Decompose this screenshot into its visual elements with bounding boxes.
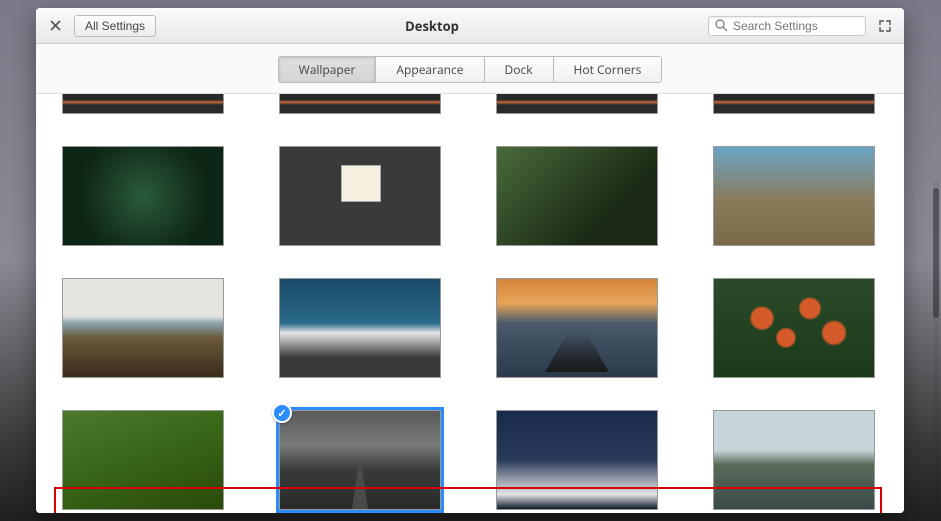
wallpaper-strip-4[interactable] bbox=[713, 94, 875, 114]
wallpaper-tulips[interactable] bbox=[713, 278, 875, 378]
wallpaper-pier-sunset[interactable] bbox=[496, 278, 658, 378]
wallpaper-strip-3[interactable] bbox=[496, 94, 658, 114]
wallpaper-fern[interactable] bbox=[62, 146, 224, 246]
wallpaper-night-snow[interactable] bbox=[496, 410, 658, 510]
wallpaper-beach[interactable] bbox=[62, 278, 224, 378]
tab-toolbar: Wallpaper Appearance Dock Hot Corners bbox=[36, 44, 904, 94]
all-settings-button[interactable]: All Settings bbox=[74, 15, 156, 37]
wallpaper-strip-2[interactable] bbox=[279, 94, 441, 114]
wallpaper-pine[interactable] bbox=[496, 146, 658, 246]
tab-group: Wallpaper Appearance Dock Hot Corners bbox=[278, 56, 663, 83]
search-icon bbox=[715, 19, 728, 32]
wallpaper-lamp[interactable] bbox=[279, 146, 441, 246]
close-button[interactable] bbox=[44, 15, 66, 37]
close-icon bbox=[50, 20, 61, 31]
scrollbar-thumb[interactable] bbox=[933, 188, 939, 318]
tab-wallpaper[interactable]: Wallpaper bbox=[279, 57, 377, 82]
search-input[interactable] bbox=[733, 19, 859, 33]
search-settings-field[interactable] bbox=[708, 16, 866, 36]
header-bar: All Settings Desktop bbox=[36, 8, 904, 44]
wallpaper-snow-mountain[interactable] bbox=[279, 278, 441, 378]
wallpaper-green-hills[interactable] bbox=[62, 410, 224, 510]
wallpaper-strip-1[interactable] bbox=[62, 94, 224, 114]
maximize-button[interactable] bbox=[874, 15, 896, 37]
wallpaper-grid: ✓ bbox=[36, 94, 904, 513]
wallpaper-grid-pane: ✓ bbox=[36, 94, 904, 513]
wallpaper-coastal-falls[interactable] bbox=[713, 410, 875, 510]
tab-dock[interactable]: Dock bbox=[485, 57, 554, 82]
selected-check-icon: ✓ bbox=[272, 403, 292, 423]
wallpaper-road-storm[interactable]: ✓ bbox=[279, 410, 441, 510]
window-title: Desktop bbox=[164, 17, 700, 35]
tab-appearance[interactable]: Appearance bbox=[376, 57, 484, 82]
tab-hot-corners[interactable]: Hot Corners bbox=[554, 57, 662, 82]
maximize-icon bbox=[879, 20, 891, 32]
wallpaper-wall[interactable] bbox=[713, 146, 875, 246]
settings-window: All Settings Desktop Wallpaper Appearanc… bbox=[36, 8, 904, 513]
